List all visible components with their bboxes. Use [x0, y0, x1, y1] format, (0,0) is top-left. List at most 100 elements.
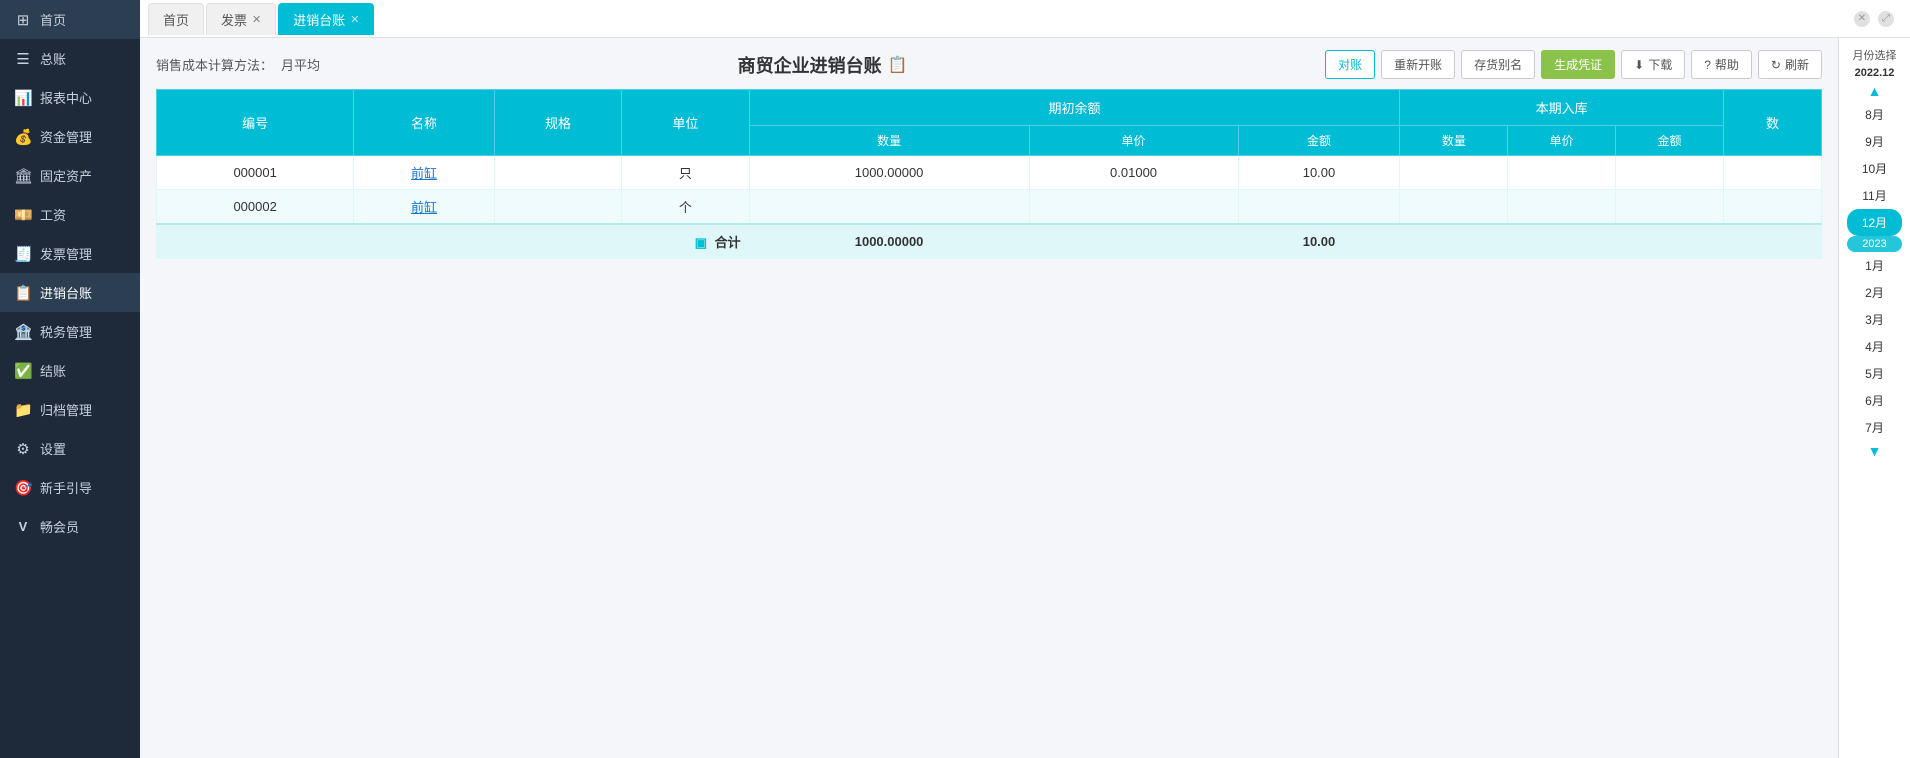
archive-icon: 📁: [14, 401, 32, 419]
download-label: 下载: [1648, 56, 1672, 73]
close-purchase-sales-tab[interactable]: ✕: [350, 13, 359, 26]
reports-icon: 📊: [14, 89, 32, 107]
sidebar-item-fixed-assets[interactable]: 🏛 固定资产: [0, 156, 140, 195]
reopen-button[interactable]: 重新开账: [1381, 50, 1455, 79]
download-button[interactable]: ⬇ 下载: [1621, 50, 1685, 79]
month-scroll-up[interactable]: ▲: [1839, 81, 1910, 101]
month-6[interactable]: 6月: [1839, 387, 1910, 414]
total-label: ▣ 合计: [157, 224, 750, 259]
tab-bar: 首页 发票 ✕ 进销台账 ✕ ✕ ⤢: [140, 0, 1910, 38]
fixed-assets-icon: 🏛: [14, 167, 32, 185]
cell-ci-qty: [1400, 156, 1508, 190]
download-icon: ⬇: [1634, 58, 1644, 72]
cell-extra: [1723, 156, 1821, 190]
month-7[interactable]: 7月: [1839, 414, 1910, 441]
main-table: 编号 名称 规格 单位 期初余额 本期入库 数 数量 单价 金额 数: [156, 89, 1822, 259]
month-panel: 月份选择 2022.12 ▲ 8月 9月 10月 11月 12月 2023 1月…: [1838, 38, 1910, 758]
generate-voucher-button[interactable]: 生成凭证: [1541, 50, 1615, 79]
sidebar-item-label: 报表中心: [40, 88, 92, 107]
funds-icon: 💰: [14, 128, 32, 146]
total-row: ▣ 合计 1000.00000 10.00: [157, 224, 1822, 259]
cell-ob-qty: [749, 190, 1029, 225]
sidebar-item-home[interactable]: ⊞ 首页: [0, 0, 140, 39]
month-10[interactable]: 10月: [1839, 155, 1910, 182]
tab-invoice[interactable]: 发票 ✕: [206, 3, 276, 35]
total-ob-price: [1029, 224, 1238, 259]
save-as-button[interactable]: 存货别名: [1461, 50, 1535, 79]
sidebar-item-settlement[interactable]: ✅ 结账: [0, 351, 140, 390]
tax-icon: 🏦: [14, 323, 32, 341]
sidebar-item-invoice-mgmt[interactable]: 🧾 发票管理: [0, 234, 140, 273]
sidebar-item-funds[interactable]: 💰 资金管理: [0, 117, 140, 156]
year-2023-badge: 2023: [1847, 236, 1902, 252]
cell-extra: [1723, 190, 1821, 225]
page-title-area: 商贸企业进销台账 📋: [328, 52, 1317, 78]
sidebar-item-label: 总账: [40, 49, 66, 68]
sidebar-item-settings[interactable]: ⚙ 设置: [0, 429, 140, 468]
window-maximize-button[interactable]: ⤢: [1878, 11, 1894, 27]
tab-home[interactable]: 首页: [148, 3, 204, 35]
month-11[interactable]: 11月: [1839, 182, 1910, 209]
col-ob-price: 单价: [1029, 126, 1238, 156]
sidebar-item-tax[interactable]: 🏦 税务管理: [0, 312, 140, 351]
refresh-icon: ↻: [1771, 58, 1781, 72]
page-title-text: 商贸企业进销台账: [738, 52, 882, 78]
tab-purchase-sales[interactable]: 进销台账 ✕: [278, 3, 374, 35]
cell-no: 000002: [157, 190, 354, 225]
window-close-button[interactable]: ✕: [1854, 11, 1870, 27]
member-icon: V: [14, 519, 32, 534]
sidebar-item-ledger[interactable]: ☰ 总账: [0, 39, 140, 78]
cell-ob-amount: 10.00: [1238, 156, 1400, 190]
sidebar: ⊞ 首页 ☰ 总账 📊 报表中心 💰 资金管理 🏛 固定资产 💴 工资 🧾 发票…: [0, 0, 140, 758]
table-wrap: 编号 名称 规格 单位 期初余额 本期入库 数 数量 单价 金额 数: [156, 89, 1822, 746]
settings-icon: ⚙: [14, 440, 32, 458]
sidebar-item-label: 工资: [40, 205, 66, 224]
sidebar-item-purchase-sales[interactable]: 📋 进销台账: [0, 273, 140, 312]
sidebar-item-guide[interactable]: 🎯 新手引导: [0, 468, 140, 507]
col-ci-price: 单价: [1508, 126, 1616, 156]
page-title: 商贸企业进销台账 📋: [738, 52, 908, 78]
sidebar-item-label: 结账: [40, 361, 66, 380]
cell-ob-amount: [1238, 190, 1400, 225]
page-area: 销售成本计算方法： 月平均 商贸企业进销台账 📋 对账 重新开账 存货别名 生成…: [140, 38, 1910, 758]
cell-name[interactable]: 前缸: [354, 156, 495, 190]
page-title-icon[interactable]: 📋: [888, 55, 908, 75]
table-row: 000001 前缸 只 1000.00000 0.01000 10.00: [157, 156, 1822, 190]
close-invoice-tab[interactable]: ✕: [252, 13, 261, 26]
purchase-sales-icon: 📋: [14, 284, 32, 302]
cell-ob-qty: 1000.00000: [749, 156, 1029, 190]
month-4[interactable]: 4月: [1839, 333, 1910, 360]
sidebar-item-label: 归档管理: [40, 400, 92, 419]
col-opening-balance: 期初余额: [749, 90, 1400, 126]
month-2[interactable]: 2月: [1839, 279, 1910, 306]
month-1[interactable]: 1月: [1839, 252, 1910, 279]
month-5[interactable]: 5月: [1839, 360, 1910, 387]
sidebar-item-member[interactable]: V 畅会员: [0, 507, 140, 546]
sidebar-item-label: 进销台账: [40, 283, 92, 302]
sidebar-item-reports[interactable]: 📊 报表中心: [0, 78, 140, 117]
settlement-icon: ✅: [14, 362, 32, 380]
col-ob-qty: 数量: [749, 126, 1029, 156]
refresh-button[interactable]: ↻ 刷新: [1758, 50, 1822, 79]
sidebar-item-salary[interactable]: 💴 工资: [0, 195, 140, 234]
help-button[interactable]: ? 帮助: [1691, 50, 1752, 79]
total-ci-price: [1508, 224, 1616, 259]
month-9[interactable]: 9月: [1839, 128, 1910, 155]
sidebar-item-label: 新手引导: [40, 478, 92, 497]
window-controls: ✕ ⤢: [1854, 11, 1902, 27]
tab-purchase-sales-label: 进销台账: [293, 10, 345, 29]
col-extra: 数: [1723, 90, 1821, 156]
help-label: 帮助: [1715, 56, 1739, 73]
reconcile-button[interactable]: 对账: [1325, 50, 1375, 79]
sidebar-item-label: 发票管理: [40, 244, 92, 263]
sidebar-item-archive[interactable]: 📁 归档管理: [0, 390, 140, 429]
total-ob-amount: 10.00: [1238, 224, 1400, 259]
month-scroll-down[interactable]: ▼: [1839, 441, 1910, 461]
sidebar-item-label: 税务管理: [40, 322, 92, 341]
month-12[interactable]: 12月: [1847, 209, 1902, 236]
cell-name[interactable]: 前缸: [354, 190, 495, 225]
cost-method-value: 月平均: [281, 55, 320, 74]
month-3[interactable]: 3月: [1839, 306, 1910, 333]
content-area: 销售成本计算方法： 月平均 商贸企业进销台账 📋 对账 重新开账 存货别名 生成…: [140, 38, 1838, 758]
month-8[interactable]: 8月: [1839, 101, 1910, 128]
